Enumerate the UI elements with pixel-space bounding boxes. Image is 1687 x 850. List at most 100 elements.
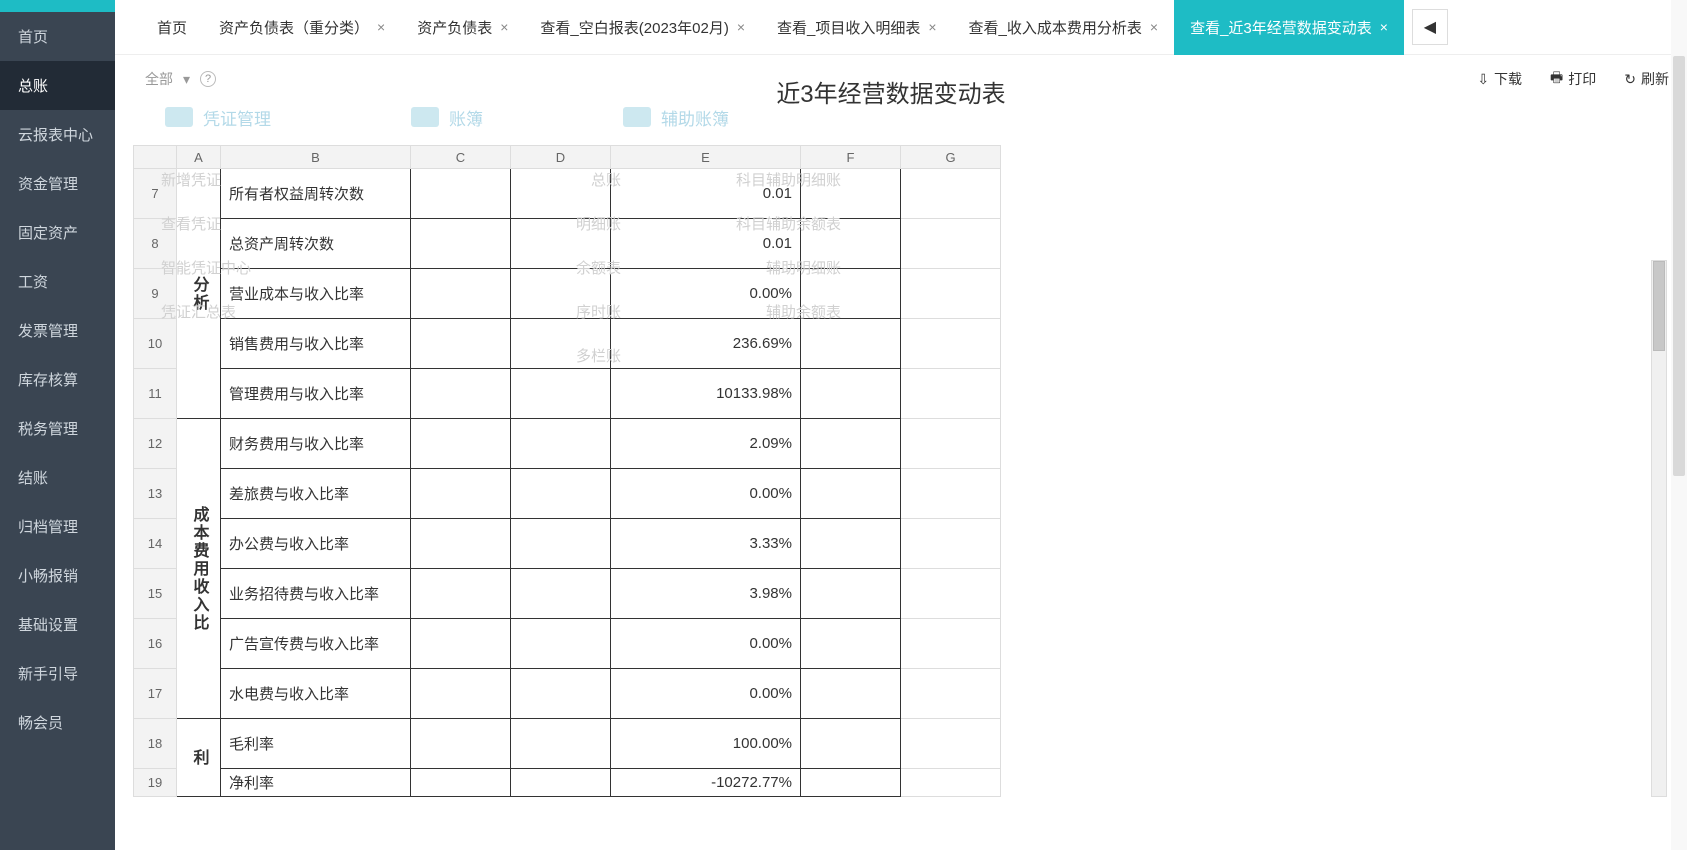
- value-cell[interactable]: 10133.98%: [611, 369, 801, 419]
- cell[interactable]: [411, 219, 511, 269]
- close-icon[interactable]: ×: [377, 19, 385, 35]
- sidebar-item-tax[interactable]: 税务管理: [0, 404, 115, 453]
- page-vertical-scrollbar[interactable]: [1671, 0, 1687, 850]
- metric-name-cell[interactable]: 财务费用与收入比率: [221, 419, 411, 469]
- cell[interactable]: [511, 169, 611, 219]
- value-cell[interactable]: 0.00%: [611, 669, 801, 719]
- chevron-down-icon[interactable]: ▾: [183, 71, 190, 88]
- cell[interactable]: [511, 719, 611, 769]
- value-cell[interactable]: 2.09%: [611, 419, 801, 469]
- sidebar-item-guide[interactable]: 新手引导: [0, 649, 115, 698]
- col-header-d[interactable]: D: [511, 145, 611, 169]
- value-cell[interactable]: 0.01: [611, 169, 801, 219]
- cell[interactable]: [901, 419, 1001, 469]
- cell[interactable]: [511, 619, 611, 669]
- metric-name-cell[interactable]: 毛利率: [221, 719, 411, 769]
- cell[interactable]: [801, 469, 901, 519]
- col-header-g[interactable]: G: [901, 145, 1001, 169]
- category-cell[interactable]: 成本费用收入比: [177, 419, 221, 719]
- cell[interactable]: [801, 569, 901, 619]
- tab-project-income[interactable]: 查看_项目收入明细表×: [761, 0, 953, 55]
- metric-name-cell[interactable]: 广告宣传费与收入比率: [221, 619, 411, 669]
- cell[interactable]: [801, 219, 901, 269]
- cell[interactable]: [901, 369, 1001, 419]
- cell[interactable]: [411, 569, 511, 619]
- sidebar-item-basic-settings[interactable]: 基础设置: [0, 600, 115, 649]
- close-icon[interactable]: ×: [1150, 19, 1158, 35]
- close-icon[interactable]: ×: [1380, 19, 1388, 35]
- cell[interactable]: [511, 319, 611, 369]
- cell[interactable]: [801, 519, 901, 569]
- cell[interactable]: [901, 769, 1001, 797]
- row-header[interactable]: 15: [133, 569, 177, 619]
- row-header[interactable]: 19: [133, 769, 177, 797]
- tab-3year-data[interactable]: 查看_近3年经营数据变动表×: [1174, 0, 1404, 55]
- row-header[interactable]: 14: [133, 519, 177, 569]
- tab-income-cost[interactable]: 查看_收入成本费用分析表×: [953, 0, 1175, 55]
- metric-name-cell[interactable]: 差旅费与收入比率: [221, 469, 411, 519]
- cell[interactable]: [411, 419, 511, 469]
- sidebar-item-member[interactable]: 畅会员: [0, 698, 115, 747]
- cell[interactable]: [411, 619, 511, 669]
- cell[interactable]: [511, 269, 611, 319]
- sidebar-item-ledger[interactable]: 总账: [0, 61, 115, 110]
- cell[interactable]: [901, 569, 1001, 619]
- sidebar-item-funds[interactable]: 资金管理: [0, 159, 115, 208]
- col-header-c[interactable]: C: [411, 145, 511, 169]
- filter-all-label[interactable]: 全部: [145, 69, 173, 89]
- sidebar-item-fixed-assets[interactable]: 固定资产: [0, 208, 115, 257]
- row-header[interactable]: 17: [133, 669, 177, 719]
- metric-name-cell[interactable]: 水电费与收入比率: [221, 669, 411, 719]
- value-cell[interactable]: 3.98%: [611, 569, 801, 619]
- value-cell[interactable]: -10272.77%: [611, 769, 801, 797]
- cell[interactable]: [411, 319, 511, 369]
- metric-name-cell[interactable]: 销售费用与收入比率: [221, 319, 411, 369]
- row-header[interactable]: 11: [133, 369, 177, 419]
- tab-balance[interactable]: 资产负债表×: [401, 0, 524, 55]
- cell[interactable]: [801, 719, 901, 769]
- metric-name-cell[interactable]: 净利率: [221, 769, 411, 797]
- cell[interactable]: [411, 719, 511, 769]
- value-cell[interactable]: 0.00%: [611, 619, 801, 669]
- print-button[interactable]: 🖶打印: [1550, 67, 1596, 91]
- cell[interactable]: [511, 569, 611, 619]
- tab-balance-reclass[interactable]: 资产负债表（重分类）×: [203, 0, 401, 55]
- category-cell[interactable]: 分析: [177, 169, 221, 419]
- scroll-thumb[interactable]: [1653, 261, 1665, 351]
- sidebar-item-home[interactable]: 首页: [0, 12, 115, 61]
- col-header-f[interactable]: F: [801, 145, 901, 169]
- cell[interactable]: [801, 669, 901, 719]
- value-cell[interactable]: 236.69%: [611, 319, 801, 369]
- download-button[interactable]: ⇩下载: [1477, 69, 1522, 89]
- row-header[interactable]: 13: [133, 469, 177, 519]
- cell[interactable]: [511, 669, 611, 719]
- tab-home[interactable]: 首页: [141, 0, 203, 55]
- cell[interactable]: [411, 269, 511, 319]
- cell[interactable]: [901, 169, 1001, 219]
- sidebar-item-archive[interactable]: 归档管理: [0, 502, 115, 551]
- value-cell[interactable]: 3.33%: [611, 519, 801, 569]
- cell[interactable]: [901, 719, 1001, 769]
- sidebar-item-closing[interactable]: 结账: [0, 453, 115, 502]
- sidebar-item-expense[interactable]: 小畅报销: [0, 551, 115, 600]
- tab-nav-prev[interactable]: ◀: [1412, 9, 1448, 45]
- cell[interactable]: [901, 469, 1001, 519]
- value-cell[interactable]: 0.00%: [611, 469, 801, 519]
- metric-name-cell[interactable]: 营业成本与收入比率: [221, 269, 411, 319]
- col-header-e[interactable]: E: [611, 145, 801, 169]
- sidebar-item-cloud-report[interactable]: 云报表中心: [0, 110, 115, 159]
- cell[interactable]: [901, 219, 1001, 269]
- row-header[interactable]: 10: [133, 319, 177, 369]
- cell[interactable]: [801, 369, 901, 419]
- metric-name-cell[interactable]: 管理费用与收入比率: [221, 369, 411, 419]
- cell[interactable]: [511, 769, 611, 797]
- metric-name-cell[interactable]: 办公费与收入比率: [221, 519, 411, 569]
- cell[interactable]: [411, 169, 511, 219]
- cell[interactable]: [511, 469, 611, 519]
- metric-name-cell[interactable]: 所有者权益周转次数: [221, 169, 411, 219]
- cell[interactable]: [901, 619, 1001, 669]
- close-icon[interactable]: ×: [928, 19, 936, 35]
- help-icon[interactable]: ?: [200, 71, 216, 87]
- cell[interactable]: [801, 319, 901, 369]
- cell[interactable]: [511, 419, 611, 469]
